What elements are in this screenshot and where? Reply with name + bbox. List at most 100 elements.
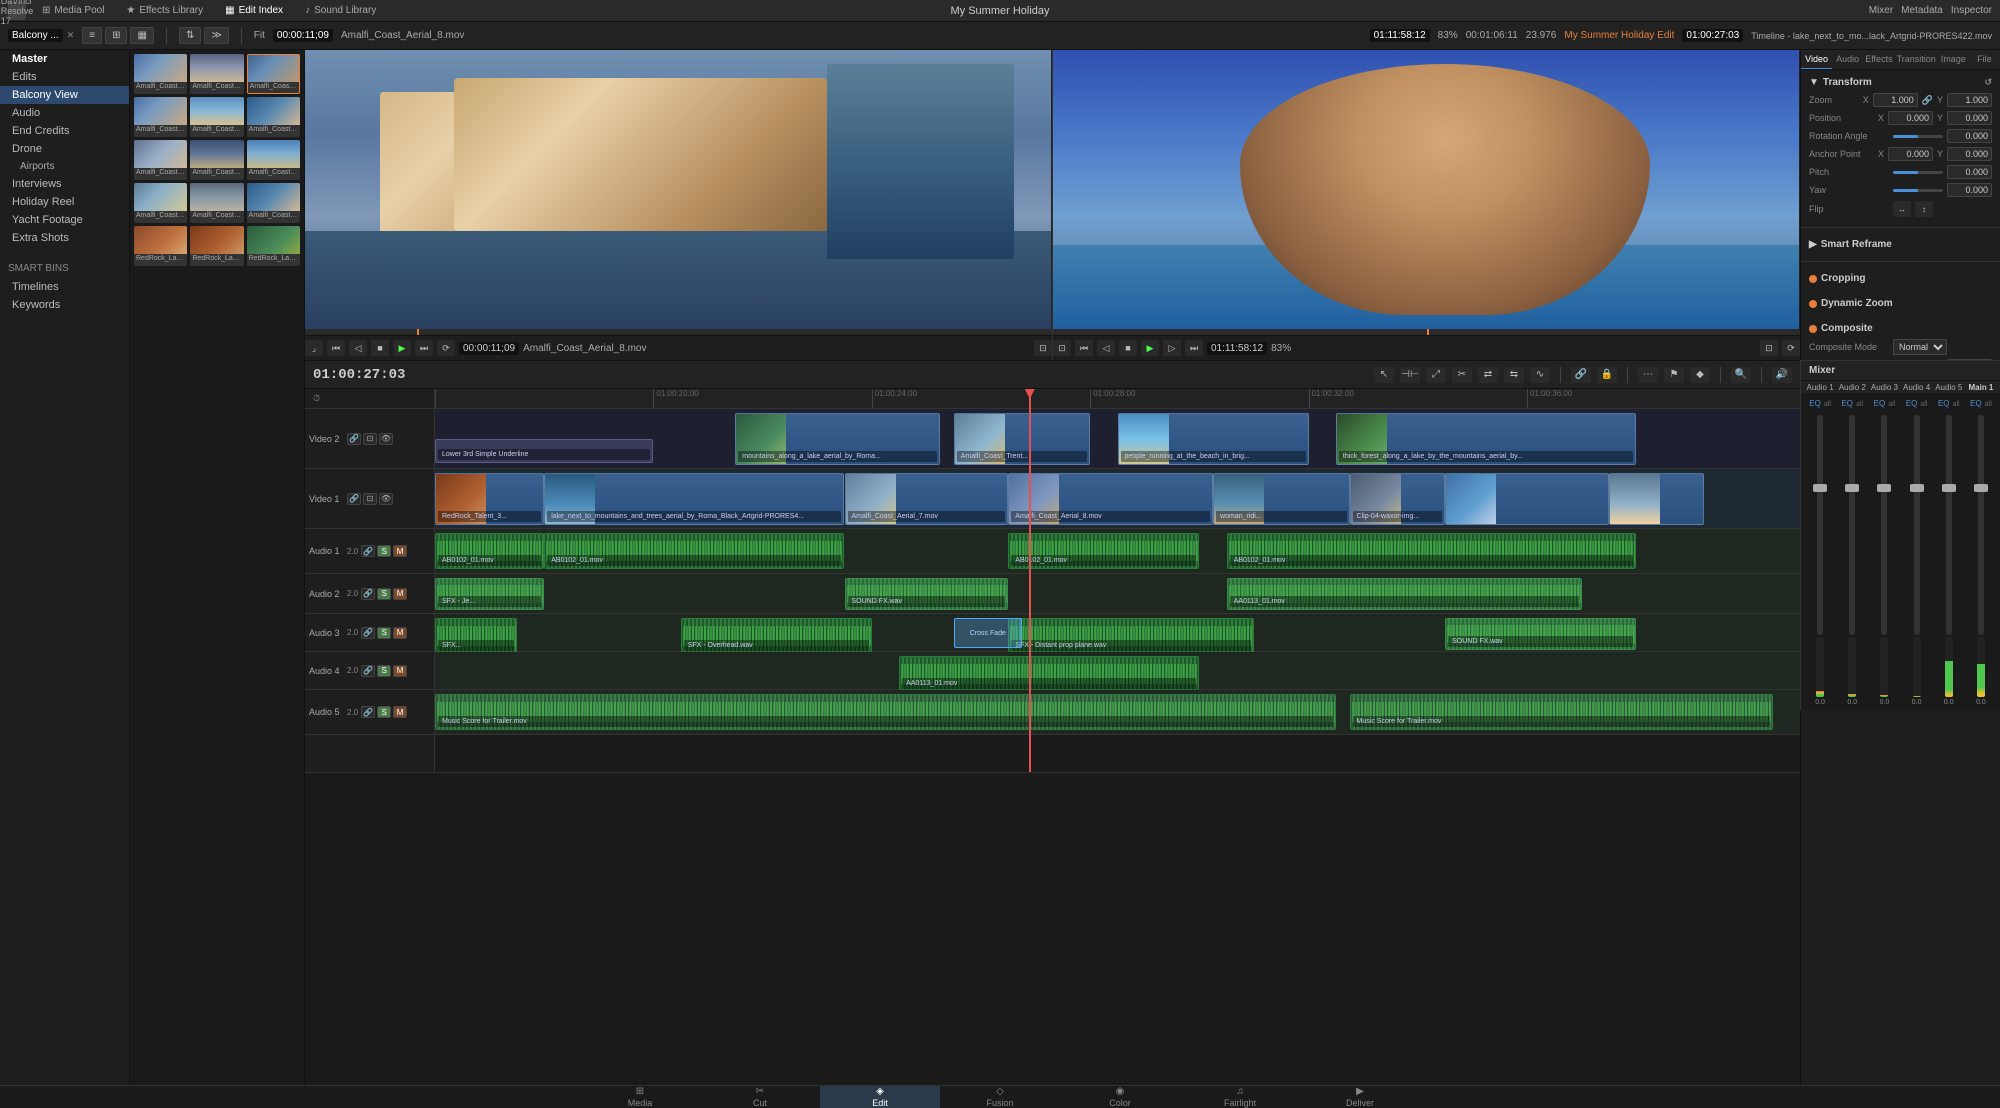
fader-track-a1[interactable] — [1817, 415, 1823, 635]
timeline-scrollbar[interactable] — [305, 772, 1800, 780]
source-timecode[interactable]: 00:00:11;09 — [273, 29, 333, 42]
prog-step-fwd[interactable]: ▷ — [1163, 340, 1181, 356]
link-tool[interactable]: 🔗 — [1571, 367, 1591, 383]
blade-tool[interactable]: ✂ — [1452, 367, 1472, 383]
media-clip-ac7[interactable]: Amalfi_Coast_T... — [134, 140, 187, 180]
a5-link-btn[interactable]: 🔗 — [361, 706, 375, 718]
a2-link-btn[interactable]: 🔗 — [361, 588, 375, 600]
clip-v1-lake[interactable]: lake_next_to_mountains_and_trees_aerial_… — [544, 473, 844, 525]
clip-a2-aa0113[interactable]: AA0113_01.mov — [1227, 578, 1582, 610]
dynamic-trim-tool[interactable]: ⤢ — [1426, 367, 1446, 383]
prog-skip-back[interactable]: ⏮ — [1075, 340, 1093, 356]
clip-a1-2[interactable]: AB0102_01.mov — [544, 533, 844, 569]
nav-deliver[interactable]: ▶ Deliver — [1300, 1086, 1420, 1108]
fader-track-a5[interactable] — [1946, 415, 1952, 635]
a4-m-btn[interactable]: M — [393, 665, 407, 677]
a3-link-btn[interactable]: 🔗 — [361, 627, 375, 639]
source-mark-in[interactable]: ⌟ — [305, 340, 323, 356]
composite-header[interactable]: Composite — [1809, 320, 1992, 337]
media-clip-rr2[interactable]: RedRock_Land... — [190, 226, 243, 266]
rotation-slider[interactable] — [1893, 135, 1943, 138]
prog-skip-fwd[interactable]: ⏭ — [1185, 340, 1203, 356]
smart-reframe-header[interactable]: ▶ Smart Reframe — [1809, 236, 1992, 253]
clip-a2-sfx1[interactable]: SFX - Je... — [435, 578, 544, 610]
tab-sound-library[interactable]: ♪ Sound Library — [295, 3, 386, 18]
eq-btn-a2[interactable]: EQ — [1841, 399, 1853, 408]
source-skip-fwd[interactable]: ⏭ — [415, 340, 433, 356]
eq-btn-a3[interactable]: EQ — [1874, 399, 1886, 408]
zoom-link-icon[interactable]: 🔗 — [1922, 95, 1933, 106]
yaw-input[interactable] — [1947, 183, 1992, 197]
a5-s-btn[interactable]: S — [377, 706, 391, 718]
clip-a3-soundfx2[interactable]: SOUND FX.wav — [1445, 618, 1636, 650]
eq-btn-a1[interactable]: EQ — [1809, 399, 1821, 408]
v1-link-btn[interactable]: 🔗 — [347, 493, 361, 505]
tab-effects-library[interactable]: ★ Effects Library — [116, 3, 213, 18]
clip-v2-people[interactable]: people_running_at_the_beach_in_brig... — [1118, 413, 1309, 465]
sidebar-item-interviews[interactable]: Interviews — [0, 175, 129, 193]
fader-knob-m1[interactable] — [1974, 484, 1988, 492]
pos-y-input[interactable] — [1947, 111, 1992, 125]
eq-btn-a4[interactable]: EQ — [1906, 399, 1918, 408]
clip-lower-third[interactable]: Lower 3rd Simple Underline — [435, 439, 653, 463]
source-viewer[interactable] — [305, 50, 1052, 329]
selection-tool[interactable]: ↖ — [1374, 367, 1394, 383]
cropping-header[interactable]: Cropping — [1809, 270, 1992, 287]
flag-btn[interactable]: ⚑ — [1664, 367, 1684, 383]
source-step-back[interactable]: ◁ — [349, 340, 367, 356]
program-timecode[interactable]: 01:11:58:12 — [1370, 29, 1430, 42]
fader-track-a2[interactable] — [1849, 415, 1855, 635]
audio-mixer-btn[interactable]: 🔊 — [1772, 367, 1792, 383]
media-clip-ac10[interactable]: Amalfi_Coast_T... — [134, 183, 187, 223]
timeline-tc[interactable]: 01:00:27:03 — [1682, 29, 1743, 42]
sidebar-item-keywords[interactable]: Keywords — [0, 296, 129, 314]
fader-knob-a5[interactable] — [1942, 484, 1956, 492]
media-clip-ac3[interactable]: Amalfi_Coast_A... — [247, 54, 300, 94]
marker-btn[interactable]: ◆ — [1690, 367, 1710, 383]
comp-mode-select[interactable]: Normal — [1893, 339, 1947, 355]
prog-play[interactable]: ▶ — [1141, 340, 1159, 356]
media-clip-ac2[interactable]: Amalfi_Coast_A... — [190, 54, 243, 94]
clip-a5-music1[interactable]: Music Score for Trailer.mov — [435, 694, 1336, 730]
a2-s-btn[interactable]: S — [377, 588, 391, 600]
metadata-button[interactable]: Metadata — [1901, 5, 1943, 16]
eq-btn-m1[interactable]: EQ — [1970, 399, 1982, 408]
clip-v2-forest[interactable]: thick_forest_along_a_lake_by_the_mountai… — [1336, 413, 1636, 465]
clip-v1-clip04[interactable]: Clip-04-waxor-img... — [1350, 473, 1446, 525]
pitch-slider[interactable] — [1893, 171, 1943, 174]
prog-zoom-btn[interactable]: ⊡ — [1053, 340, 1071, 356]
zoom-x-input[interactable] — [1873, 93, 1918, 107]
a2-m-btn[interactable]: M — [393, 588, 407, 600]
sidebar-item-extra-shots[interactable]: Extra Shots — [0, 229, 129, 247]
media-clip-ac6[interactable]: Amalfi_Coast_T... — [247, 97, 300, 137]
source-skip-back[interactable]: ⏮ — [327, 340, 345, 356]
prog-stop[interactable]: ■ — [1119, 340, 1137, 356]
v1-auto-btn[interactable]: ⊡ — [363, 493, 377, 505]
sidebar-item-end-credits[interactable]: End Credits — [0, 122, 129, 140]
bin-name[interactable]: Balcony ... — [8, 29, 63, 42]
a1-m-btn[interactable]: M — [393, 545, 407, 557]
a4-s-btn[interactable]: S — [377, 665, 391, 677]
clip-a3-overhead[interactable]: SFX - Overhead.wav — [681, 618, 872, 654]
nav-fusion[interactable]: ◇ Fusion — [940, 1086, 1060, 1108]
clip-a5-music2[interactable]: Music Score for Trailer.mov — [1350, 694, 1773, 730]
sidebar-item-timelines[interactable]: Timelines — [0, 278, 129, 296]
v1-eye-btn[interactable]: 👁 — [379, 493, 393, 505]
fader-track-m1[interactable] — [1978, 415, 1984, 635]
clip-v1-amalfi8[interactable]: Amalfi_Coast_Aerial_8.mov — [1008, 473, 1213, 525]
snap-btn[interactable]: ⋯ — [1638, 367, 1658, 383]
source-playhead-bar[interactable] — [305, 329, 1052, 335]
pitch-input[interactable] — [1947, 165, 1992, 179]
media-clip-ac5[interactable]: Amalfi_Coast_T... — [190, 97, 243, 137]
fader-track-a4[interactable] — [1914, 415, 1920, 635]
fader-knob-a1[interactable] — [1813, 484, 1827, 492]
a4-link-btn[interactable]: 🔗 — [361, 665, 375, 677]
anchor-y-input[interactable] — [1947, 147, 1992, 161]
pos-x-input[interactable] — [1888, 111, 1933, 125]
sidebar-item-airports[interactable]: Airports — [0, 158, 129, 175]
clip-cross-fade[interactable]: Cross Fade — [954, 618, 1022, 648]
prog-loop-btn[interactable]: ⟳ — [1782, 340, 1800, 356]
v2-link-btn[interactable]: 🔗 — [347, 433, 361, 445]
clip-a3-distant[interactable]: SFX - Distant prop plane.wav — [1008, 618, 1254, 654]
program-playhead-bar[interactable] — [1053, 329, 1800, 335]
